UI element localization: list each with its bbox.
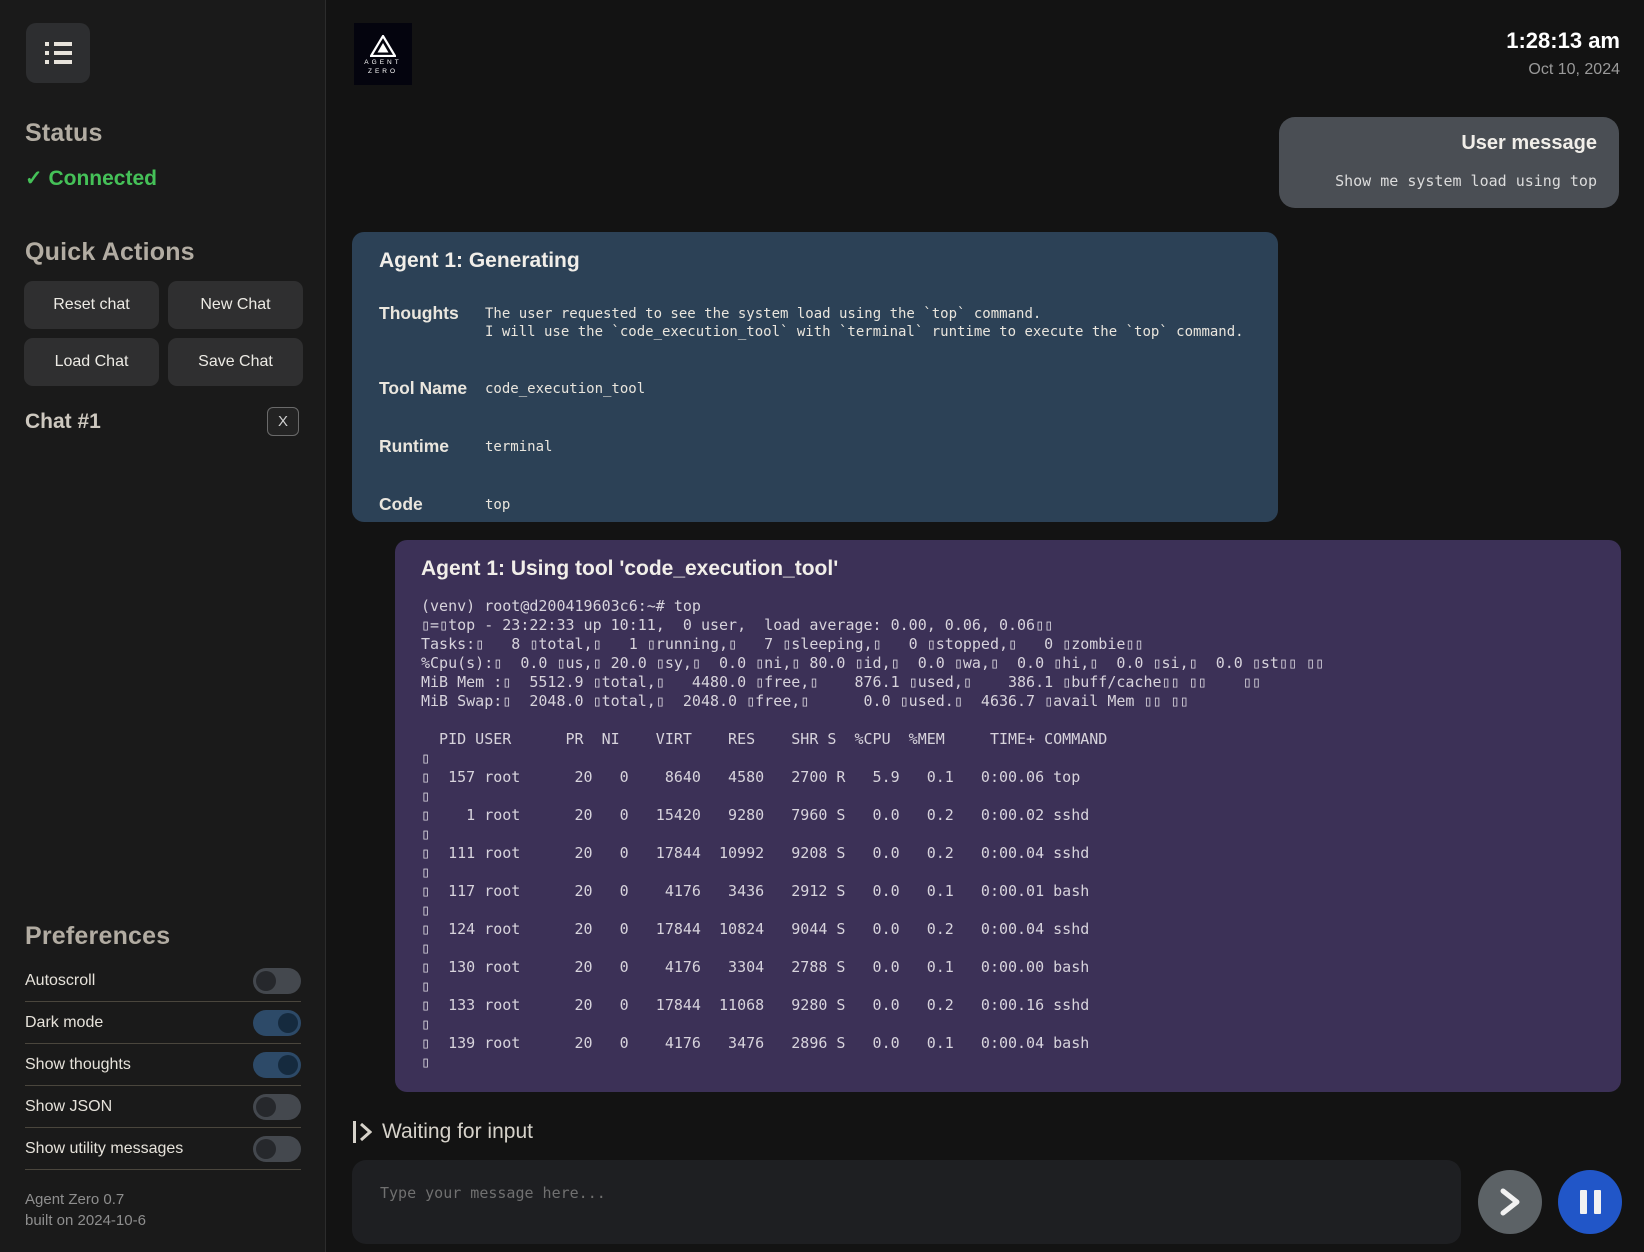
code-label: Code <box>379 494 423 514</box>
pref-row-autoscroll: Autoscroll <box>25 960 301 1002</box>
message-input-row <box>352 1160 1622 1244</box>
runtime-label: Runtime <box>379 436 449 456</box>
user-message-text: Show me system load using top <box>1335 172 1597 190</box>
agent-generating-card: Agent 1: Generating Thoughts The user re… <box>352 232 1278 522</box>
tool-name-label: Tool Name <box>379 378 468 398</box>
menu-button[interactable] <box>26 23 90 83</box>
tool-name-row: Tool Name code_execution_tool <box>379 378 1251 399</box>
load-chat-button[interactable]: Load Chat <box>24 338 159 386</box>
input-bar: Waiting for input <box>326 1106 1644 1252</box>
thoughts-value: The user requested to see the system loa… <box>485 306 1244 340</box>
chat-tab-title: Chat #1 <box>25 409 101 433</box>
prompt-cursor-icon <box>353 1121 372 1143</box>
new-chat-button[interactable]: New Chat <box>168 281 303 329</box>
preferences-list: Autoscroll Dark mode Show thoughts Show … <box>25 960 301 1170</box>
list-menu-icon <box>44 42 72 64</box>
pause-button[interactable] <box>1558 1170 1622 1234</box>
agent-status: Waiting for input <box>353 1120 533 1144</box>
pref-label: Autoscroll <box>25 971 96 989</box>
pref-row-show-utility: Show utility messages <box>25 1128 301 1170</box>
pref-row-dark-mode: Dark mode <box>25 1002 301 1044</box>
terminal-output: (venv) root@d200419603c6:~# top ▯=▯top -… <box>421 597 1325 1071</box>
check-icon: ✓ <box>25 167 43 190</box>
user-message-title: User message <box>1461 132 1597 154</box>
pref-label: Show utility messages <box>25 1139 184 1157</box>
pref-row-show-json: Show JSON <box>25 1086 301 1128</box>
send-button[interactable] <box>1478 1170 1542 1234</box>
runtime-row: Runtime terminal <box>379 436 1251 457</box>
send-chevron-icon <box>1500 1188 1520 1216</box>
show-json-toggle[interactable] <box>253 1093 301 1120</box>
tool-output-title: Agent 1: Using tool 'code_execution_tool… <box>421 557 839 580</box>
dark-mode-toggle[interactable] <box>253 1009 301 1036</box>
runtime-value: terminal <box>485 439 553 455</box>
thoughts-row: Thoughts The user requested to see the s… <box>379 303 1251 341</box>
pref-label: Show thoughts <box>25 1055 131 1073</box>
logo-triangle-icon <box>370 35 396 57</box>
reset-chat-button[interactable]: Reset chat <box>24 281 159 329</box>
show-utility-messages-toggle[interactable] <box>253 1135 301 1162</box>
status-heading: Status <box>25 119 103 147</box>
save-chat-button[interactable]: Save Chat <box>168 338 303 386</box>
quick-actions: Reset chat New Chat Load Chat Save Chat <box>24 281 304 386</box>
connection-status: ✓ Connected <box>25 166 157 191</box>
sidebar: Status ✓ Connected Quick Actions Reset c… <box>0 0 326 1252</box>
agent-status-text: Waiting for input <box>382 1120 533 1143</box>
autoscroll-toggle[interactable] <box>253 967 301 994</box>
pref-label: Dark mode <box>25 1013 104 1031</box>
pause-icon <box>1579 1190 1601 1214</box>
show-thoughts-toggle[interactable] <box>253 1051 301 1078</box>
clock-date: Oct 10, 2024 <box>1528 61 1620 78</box>
tool-name-value: code_execution_tool <box>485 381 646 397</box>
logo-text-line1: AGENT <box>364 59 402 66</box>
agent-generating-title: Agent 1: Generating <box>379 249 580 272</box>
agent-zero-logo: AGENT ZERO <box>354 23 412 85</box>
pref-label: Show JSON <box>25 1097 113 1115</box>
code-value: top <box>485 497 511 513</box>
user-message-bubble: User message Show me system load using t… <box>1279 117 1619 208</box>
app-version: Agent Zero 0.7 built on 2024-10-6 <box>25 1189 146 1231</box>
chat-tab-row: Chat #1 X <box>25 407 299 436</box>
message-input[interactable] <box>352 1160 1461 1244</box>
logo-text-line2: ZERO <box>367 68 399 75</box>
clock: 1:28:13 am Oct 10, 2024 <box>1506 28 1620 79</box>
app-version-line1: Agent Zero 0.7 <box>25 1191 125 1208</box>
app-version-line2: built on 2024-10-6 <box>25 1212 146 1229</box>
preferences-heading: Preferences <box>25 922 171 950</box>
pref-row-show-thoughts: Show thoughts <box>25 1044 301 1086</box>
thoughts-label: Thoughts <box>379 303 459 323</box>
close-chat-button[interactable]: X <box>267 407 299 436</box>
quick-actions-heading: Quick Actions <box>25 238 195 266</box>
connection-status-label: Connected <box>48 167 157 190</box>
tool-output-card: Agent 1: Using tool 'code_execution_tool… <box>395 540 1621 1092</box>
clock-time: 1:28:13 am <box>1506 28 1620 53</box>
code-row: Code top <box>379 494 1251 515</box>
chat-history: AGENT ZERO 1:28:13 am Oct 10, 2024 User … <box>326 0 1644 1106</box>
